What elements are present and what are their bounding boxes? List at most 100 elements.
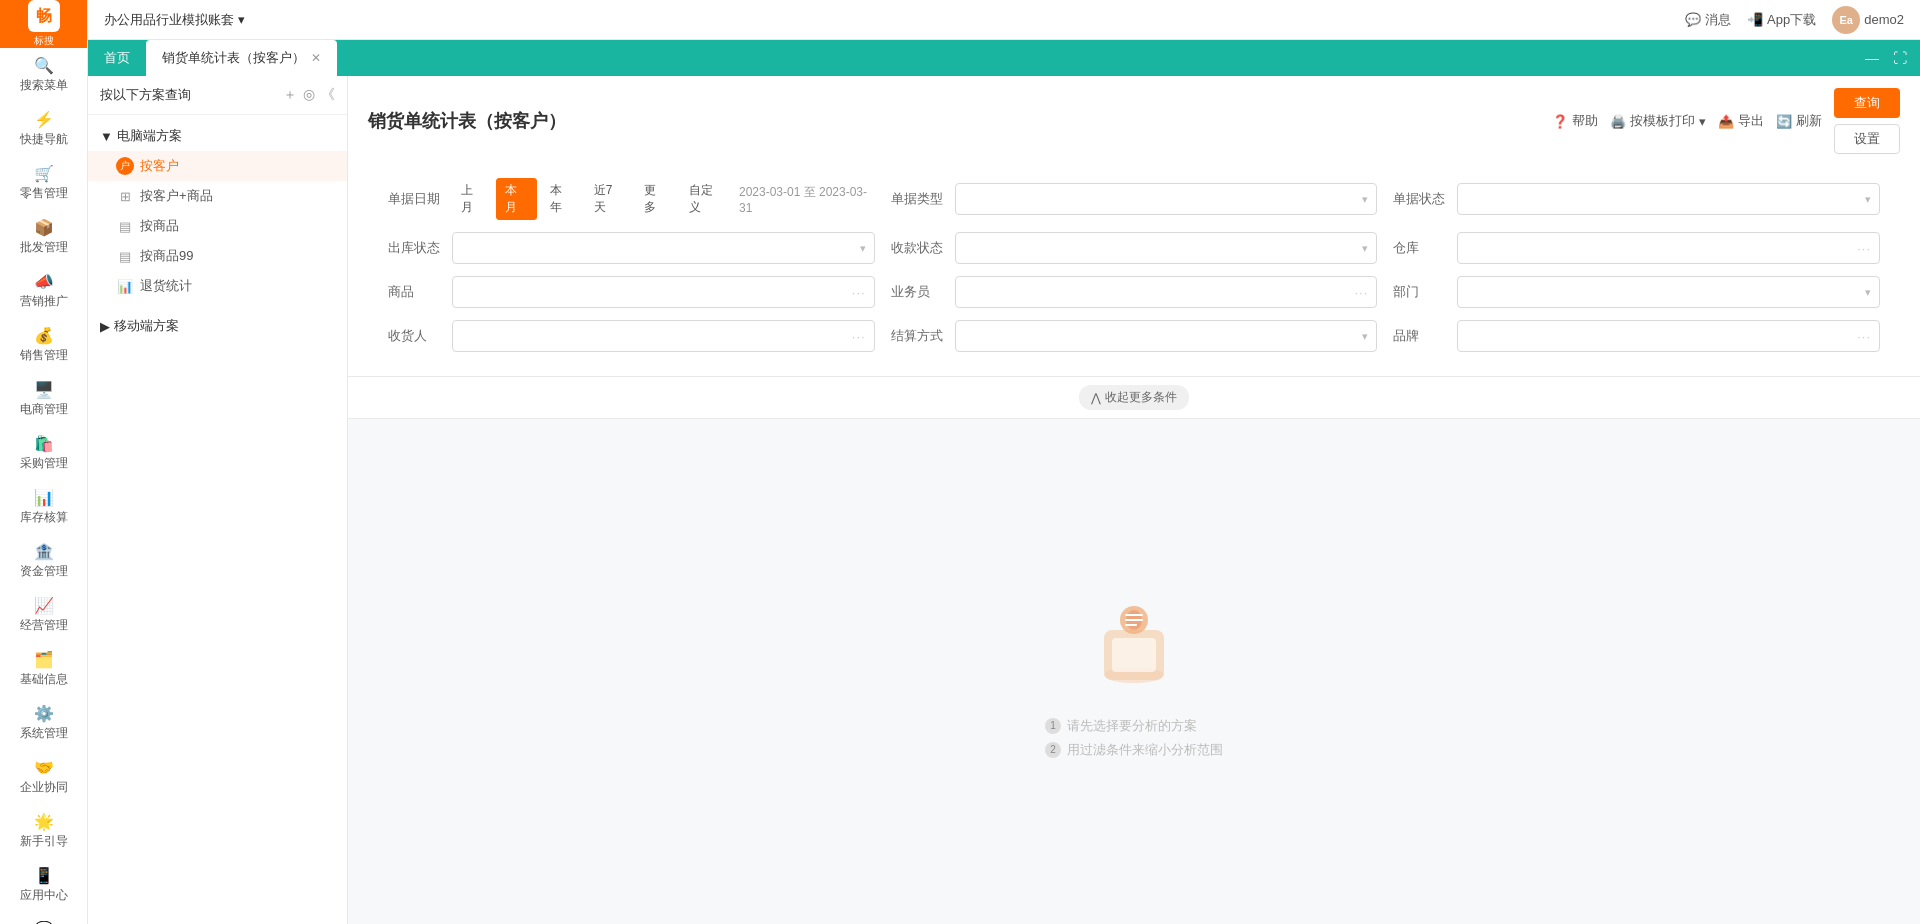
- tab-home-label: 首页: [104, 49, 130, 67]
- collapse-panel-icon[interactable]: 《: [321, 86, 335, 104]
- goods-control[interactable]: ···: [452, 276, 875, 308]
- date-btn-more[interactable]: 更多: [635, 178, 675, 220]
- finance-icon: 🏦: [34, 542, 54, 561]
- mobile-group-arrow-icon: ▶: [100, 319, 110, 334]
- scheme-by-customer-goods[interactable]: ⊞ 按客户+商品: [88, 181, 347, 211]
- tab-home[interactable]: 首页: [88, 40, 146, 76]
- sidebar-item-enterprise[interactable]: 🤝 企业协同: [0, 750, 87, 804]
- collapse-btn[interactable]: ⋀ 收起更多条件: [1079, 385, 1189, 410]
- sidebar-item-marketing[interactable]: 📣 营销推广: [0, 264, 87, 318]
- salesperson-label: 业务员: [891, 283, 947, 301]
- desktop-group-header[interactable]: ▼ 电脑端方案: [88, 121, 347, 151]
- mobile-group-label: 移动端方案: [114, 317, 179, 335]
- brand-control[interactable]: ···: [1457, 320, 1880, 352]
- scheme-by-goods[interactable]: ▤ 按商品: [88, 211, 347, 241]
- help-label: 帮助: [1572, 112, 1598, 130]
- scheme-by-goods-label: 按商品: [140, 217, 179, 235]
- date-btn-7days[interactable]: 近7天: [585, 178, 631, 220]
- tab-minimize-icon[interactable]: —: [1860, 46, 1884, 70]
- date-btn-custom[interactable]: 自定义: [680, 178, 731, 220]
- sidebar-item-ecommerce-label: 电商管理: [20, 401, 68, 418]
- avatar: Ea: [1832, 6, 1860, 34]
- filter-department: 部门 ▾: [1393, 276, 1880, 308]
- enterprise-icon: 🤝: [34, 758, 54, 777]
- sidebar-item-finance[interactable]: 🏦 资金管理: [0, 534, 87, 588]
- collapse-row: ⋀ 收起更多条件: [348, 377, 1920, 419]
- sidebar-item-inventory[interactable]: 📊 库存核算: [0, 480, 87, 534]
- filter-row-1: 单据日期 上月 本月 本年 近7天 更多 自定义 2023-03-01 至 20…: [388, 178, 1880, 220]
- refresh-btn[interactable]: 🔄 刷新: [1776, 112, 1822, 130]
- setting-btn[interactable]: 设置: [1834, 124, 1900, 154]
- query-btn[interactable]: 查询: [1834, 88, 1900, 118]
- industry-selector[interactable]: 办公用品行业模拟账套 ▾: [104, 11, 245, 29]
- sidebar-item-retail[interactable]: 🛒 零售管理: [0, 156, 87, 210]
- page-title-row: 销货单统计表（按客户） ❓ 帮助 🖨️ 按模板打印 ▾ 📤: [368, 88, 1900, 154]
- sidebar-item-search[interactable]: 🔍 搜索菜单: [0, 48, 87, 102]
- salesperson-control[interactable]: ···: [955, 276, 1378, 308]
- add-scheme-icon[interactable]: ＋: [283, 86, 297, 104]
- user-area[interactable]: Ea demo2: [1832, 6, 1904, 34]
- status-arrow-icon: ▾: [1865, 193, 1871, 206]
- export-icon: 📤: [1718, 114, 1734, 129]
- filter-type: 单据类型 ▾: [891, 183, 1378, 215]
- status-control[interactable]: ▾: [1457, 183, 1880, 215]
- scheme-by-goods99-label: 按商品99: [140, 247, 193, 265]
- filter-receiver: 收货人 ···: [388, 320, 875, 352]
- filter-warehouse: 仓库 ···: [1393, 232, 1880, 264]
- salesperson-dots-icon: ···: [1355, 285, 1369, 300]
- appstore-icon: 📱: [34, 866, 54, 885]
- scheme-return-stats[interactable]: 📊 退货统计: [88, 271, 347, 301]
- filter-settlement: 结算方式 ▾: [891, 320, 1378, 352]
- department-control[interactable]: ▾: [1457, 276, 1880, 308]
- help-btn[interactable]: ❓ 帮助: [1552, 112, 1598, 130]
- receive-status-control[interactable]: ▾: [955, 232, 1378, 264]
- sidebar-item-wholesale[interactable]: 📦 批发管理: [0, 210, 87, 264]
- sidebar-item-operation[interactable]: 📈 经营管理: [0, 588, 87, 642]
- date-btn-last-month[interactable]: 上月: [452, 178, 492, 220]
- search-icon: 🔍: [34, 56, 54, 75]
- logo-icon: 畅: [28, 0, 60, 32]
- warehouse-label: 仓库: [1393, 239, 1449, 257]
- export-btn[interactable]: 📤 导出: [1718, 112, 1764, 130]
- tab-sales-stats[interactable]: 销货单统计表（按客户） ✕: [146, 40, 337, 76]
- type-label: 单据类型: [891, 190, 947, 208]
- message-btn[interactable]: 💬 消息: [1685, 11, 1731, 29]
- receive-status-arrow-icon: ▾: [1362, 242, 1368, 255]
- sidebar-item-purchase[interactable]: 🛍️ 采购管理: [0, 426, 87, 480]
- app-download-btn[interactable]: 📲 App下载: [1747, 11, 1816, 29]
- sidebar-item-retail-label: 零售管理: [20, 185, 68, 202]
- print-btn[interactable]: 🖨️ 按模板打印 ▾: [1610, 112, 1706, 130]
- sidebar-item-guide[interactable]: 🌟 新手引导: [0, 804, 87, 858]
- warehouse-control[interactable]: ···: [1457, 232, 1880, 264]
- left-panel: 按以下方案查询 ＋ ◎ 《 ▼ 电脑端方案 户 按客户 ⊞ 按客: [88, 76, 348, 924]
- settlement-control[interactable]: ▾: [955, 320, 1378, 352]
- sidebar-item-basic[interactable]: 🗂️ 基础信息: [0, 642, 87, 696]
- type-control[interactable]: ▾: [955, 183, 1378, 215]
- operation-icon: 📈: [34, 596, 54, 615]
- goods-dots-icon: ···: [852, 285, 866, 300]
- scheme-by-customer[interactable]: 户 按客户: [88, 151, 347, 181]
- sidebar-item-system[interactable]: ⚙️ 系统管理: [0, 696, 87, 750]
- sidebar-item-ecommerce[interactable]: 🖥️ 电商管理: [0, 372, 87, 426]
- by-customer-icon: 户: [116, 157, 134, 175]
- settings-scheme-icon[interactable]: ◎: [303, 86, 315, 104]
- sidebar-item-sales[interactable]: 💰 销售管理: [0, 318, 87, 372]
- date-btn-this-month[interactable]: 本月: [496, 178, 536, 220]
- close-tab-icon[interactable]: ✕: [311, 51, 321, 65]
- sidebar-item-guide-label: 新手引导: [20, 833, 68, 850]
- sidebar-item-shortcuts[interactable]: ⚡ 快捷导航: [0, 102, 87, 156]
- topbar-left: 办公用品行业模拟账套 ▾: [104, 11, 245, 29]
- sidebar-item-wechat[interactable]: 💬 企业微信: [0, 912, 87, 924]
- date-btn-this-year[interactable]: 本年: [541, 178, 581, 220]
- scheme-by-goods99[interactable]: ▤ 按商品99: [88, 241, 347, 271]
- sidebar-item-appstore[interactable]: 📱 应用中心: [0, 858, 87, 912]
- filter-area: 单据日期 上月 本月 本年 近7天 更多 自定义 2023-03-01 至 20…: [368, 166, 1900, 376]
- receiver-control[interactable]: ···: [452, 320, 875, 352]
- app-download-label: App下载: [1767, 11, 1816, 29]
- marketing-icon: 📣: [34, 272, 54, 291]
- scheme-return-stats-label: 退货统计: [140, 277, 192, 295]
- mobile-group-header[interactable]: ▶ 移动端方案: [88, 311, 347, 341]
- tab-maximize-icon[interactable]: ⛶: [1888, 46, 1912, 70]
- type-arrow-icon: ▾: [1362, 193, 1368, 206]
- out-status-control[interactable]: ▾: [452, 232, 875, 264]
